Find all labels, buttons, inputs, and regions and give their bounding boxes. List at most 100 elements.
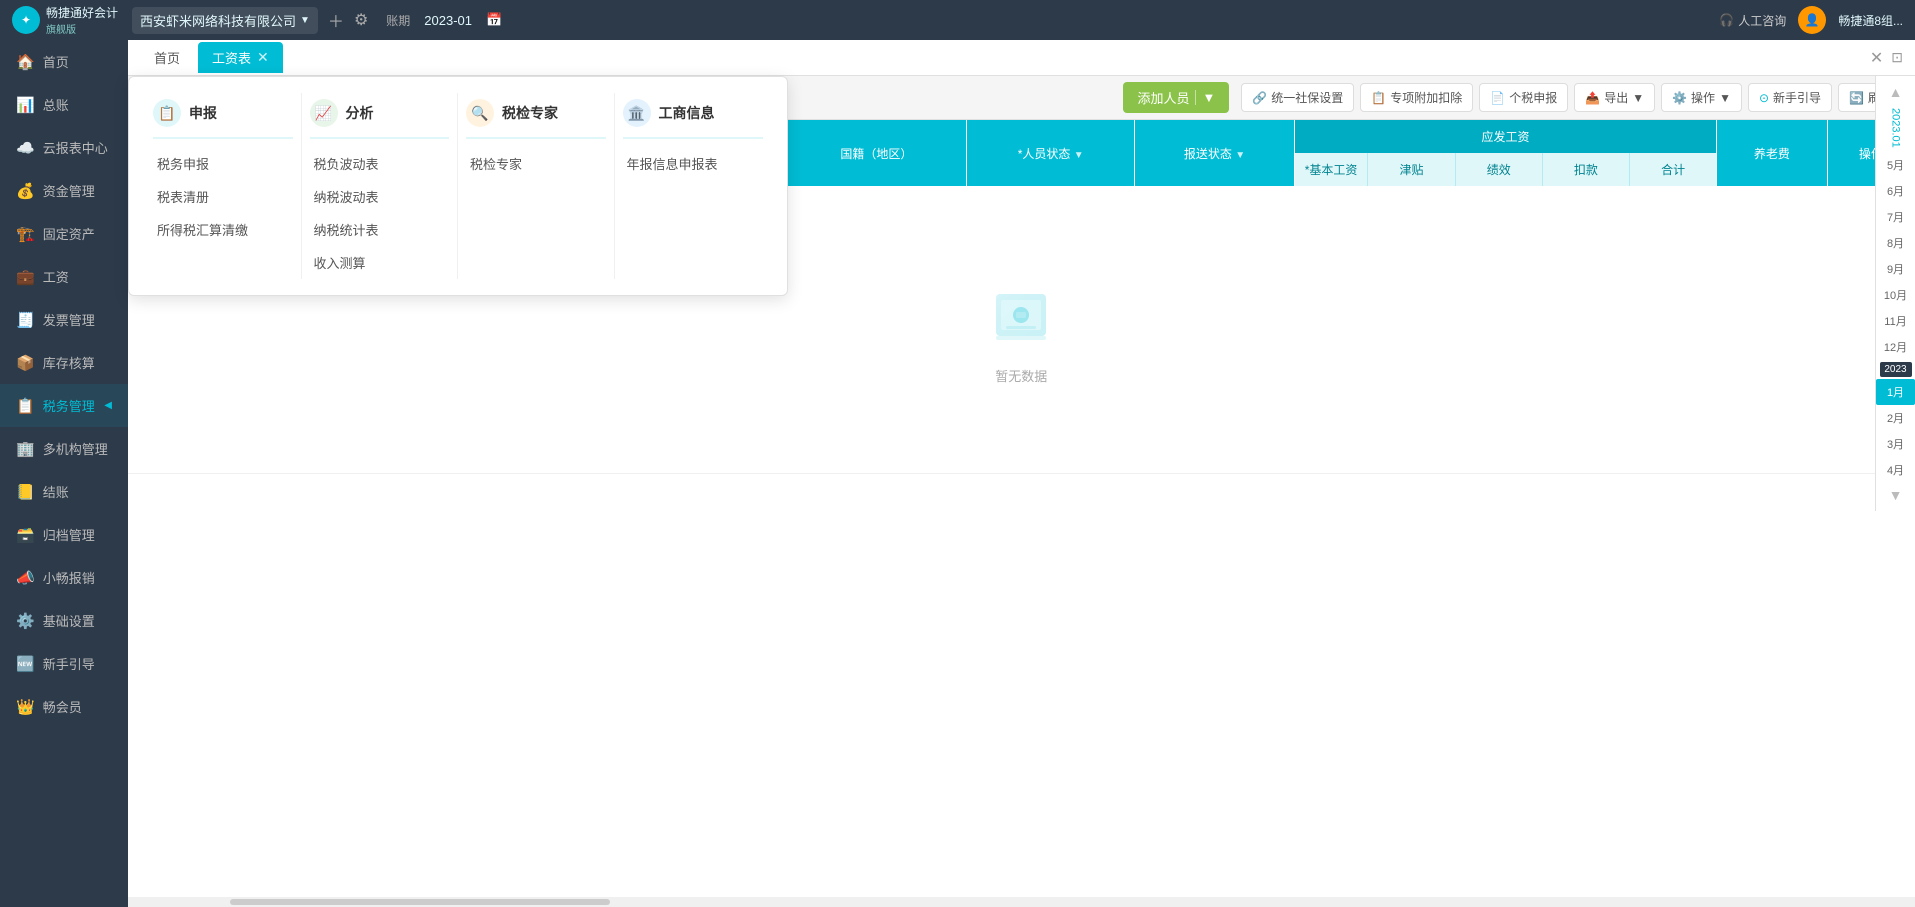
logo-text-block: 畅捷通好会计 旗舰版 [46, 4, 118, 36]
month-5[interactable]: 5月 [1876, 152, 1915, 178]
sidebar-item-fixed-assets[interactable]: 🏗️ 固定资产 [0, 212, 128, 255]
social-label: 统一社保设置 [1271, 89, 1343, 106]
sidebar-item-general-ledger[interactable]: 📊 总账 [0, 83, 128, 126]
th-performance: 绩效 [1455, 153, 1542, 186]
sidebar-item-settings[interactable]: ⚙️ 基础设置 [0, 599, 128, 642]
month-2[interactable]: 2月 [1876, 405, 1915, 431]
ops-icon: ⚙️ [1672, 91, 1687, 105]
th-pension: 养老费 [1717, 120, 1827, 186]
fenxi-title: 分析 [346, 103, 374, 123]
sidebar-item-invoice[interactable]: 🧾 发票管理 [0, 298, 128, 341]
item-tax-expert[interactable]: 税检专家 [466, 147, 606, 180]
sidebar-item-home[interactable]: 🏠 首页 [0, 40, 128, 83]
export-btn[interactable]: 📤 导出 ▼ [1574, 83, 1655, 112]
newbie-icon: 🆕 [16, 655, 35, 673]
company-selector[interactable]: 西安虾米网络科技有限公司 ▼ [132, 7, 318, 34]
inventory-icon: 📦 [16, 354, 35, 372]
sidebar-item-inventory[interactable]: 📦 库存核算 [0, 341, 128, 384]
cloud-icon: ☁️ [16, 139, 35, 157]
tax-form-icon: 📄 [1490, 91, 1505, 105]
settings-icon[interactable]: ⚙ [354, 10, 368, 30]
month-9[interactable]: 9月 [1876, 256, 1915, 282]
sidebar-item-newbie[interactable]: 🆕 新手引导 [0, 642, 128, 685]
support-label: 人工咨询 [1738, 12, 1786, 29]
sidebar-item-archive[interactable]: 🗃️ 归档管理 [0, 513, 128, 556]
sidebar-label-salary: 工资 [43, 267, 69, 286]
sidebar-item-funds[interactable]: 💰 资金管理 [0, 169, 128, 212]
company-name: 西安虾米网络科技有限公司 [140, 11, 296, 30]
month-11[interactable]: 11月 [1876, 308, 1915, 334]
gongshang-icon: 🏛️ [623, 99, 651, 127]
calendar-icon[interactable]: 📅 [486, 12, 502, 28]
shenb-title: 申报 [189, 103, 217, 123]
item-tax-burden-table[interactable]: 税负波动表 [310, 147, 450, 180]
item-tax-declaration[interactable]: 税务申报 [153, 147, 293, 180]
time-nav-down[interactable]: ▼ [1885, 483, 1907, 507]
sidebar-label-archive: 归档管理 [43, 525, 95, 544]
special-deduction-btn[interactable]: 📋 专项附加扣除 [1360, 83, 1473, 112]
dropdown-col-shuijian: 🔍 税检专家 税检专家 [458, 93, 615, 279]
logo-sub-text: 旗舰版 [46, 21, 118, 36]
operations-btn[interactable]: ⚙️ 操作 ▼ [1661, 83, 1742, 112]
sidebar-item-vip[interactable]: 👑 畅会员 [0, 685, 128, 728]
item-annual-report[interactable]: 年报信息申报表 [623, 147, 764, 180]
tab-panel-close-icon[interactable]: ✕ [1870, 48, 1883, 68]
tab-salary-table[interactable]: 工资表 ✕ [198, 42, 283, 73]
shenb-header: 📋 申报 [153, 93, 293, 139]
add-person-button[interactable]: 添加人员 ▼ [1123, 82, 1229, 113]
tab-panel-restore-icon[interactable]: ⊡ [1891, 49, 1903, 66]
month-3[interactable]: 3月 [1876, 431, 1915, 457]
sidebar-label-xiaochang: 小畅报销 [43, 568, 95, 587]
month-4[interactable]: 4月 [1876, 457, 1915, 483]
th-submit-status: 报送状态 ▼ [1135, 120, 1294, 186]
sidebar-item-salary[interactable]: 💼 工资 [0, 255, 128, 298]
status-filter-icon[interactable]: ▼ [1074, 150, 1084, 161]
sidebar-label-tax: 税务管理 [43, 396, 95, 415]
sidebar-label-invoice: 发票管理 [43, 310, 95, 329]
deduction-icon: 📋 [1371, 91, 1386, 105]
newbie-guide-btn[interactable]: ⊙ 新手引导 [1748, 83, 1832, 112]
ops-arrow-icon: ▼ [1719, 91, 1731, 105]
sidebar-item-close-account[interactable]: 📒 结账 [0, 470, 128, 513]
sidebar-item-tax[interactable]: 📋 税务管理 ◀ [0, 384, 128, 427]
sidebar-item-xiaochang[interactable]: 📣 小畅报销 [0, 556, 128, 599]
item-income-calc[interactable]: 收入测算 [310, 246, 450, 279]
tab-home[interactable]: 首页 [140, 42, 194, 73]
gongshang-header: 🏛️ 工商信息 [623, 93, 764, 139]
th-status: *人员状态 ▼ [966, 120, 1134, 186]
item-tax-table-register[interactable]: 税表清册 [153, 180, 293, 213]
home-icon: 🏠 [16, 53, 35, 71]
month-6[interactable]: 6月 [1876, 178, 1915, 204]
th-deduction: 扣款 [1542, 153, 1629, 186]
sidebar-label-vip: 畅会员 [43, 697, 82, 716]
sidebar-label-inventory: 库存核算 [43, 353, 95, 372]
empty-icon [981, 274, 1061, 354]
sidebar-label-assets: 固定资产 [43, 224, 95, 243]
sidebar-item-cloud-reports[interactable]: ☁️ 云报表中心 [0, 126, 128, 169]
month-1[interactable]: 1月 [1876, 379, 1915, 405]
th-nationality: 国籍（地区） [786, 120, 966, 186]
logo-main-text: 畅捷通好会计 [46, 4, 118, 21]
horizontal-scrollbar[interactable] [128, 897, 1915, 907]
social-security-btn[interactable]: 🔗 统一社保设置 [1241, 83, 1354, 112]
gongshang-title: 工商信息 [659, 103, 715, 123]
sidebar-item-multi-org[interactable]: 🏢 多机构管理 [0, 427, 128, 470]
tax-icon: 📋 [16, 397, 35, 415]
submit-filter-icon[interactable]: ▼ [1235, 150, 1245, 161]
funds-icon: 💰 [16, 182, 35, 200]
item-income-tax-settlement[interactable]: 所得税汇算清缴 [153, 213, 293, 246]
sidebar-collapse-arrow: ◀ [104, 400, 112, 411]
month-8[interactable]: 8月 [1876, 230, 1915, 256]
sidebar-label-ledger: 总账 [43, 95, 69, 114]
individual-tax-btn[interactable]: 📄 个税申报 [1479, 83, 1568, 112]
month-12[interactable]: 12月 [1876, 334, 1915, 360]
month-10[interactable]: 10月 [1876, 282, 1915, 308]
item-tax-stats-table[interactable]: 纳税统计表 [310, 213, 450, 246]
support-btn[interactable]: 🎧 人工咨询 [1719, 12, 1786, 29]
time-nav-up[interactable]: ▲ [1885, 80, 1907, 104]
add-company-icon[interactable]: ＋ [328, 8, 344, 32]
month-7[interactable]: 7月 [1876, 204, 1915, 230]
tax-form-label: 个税申报 [1509, 89, 1557, 106]
item-tax-payment-table[interactable]: 纳税波动表 [310, 180, 450, 213]
tab-close-icon[interactable]: ✕ [257, 49, 269, 66]
